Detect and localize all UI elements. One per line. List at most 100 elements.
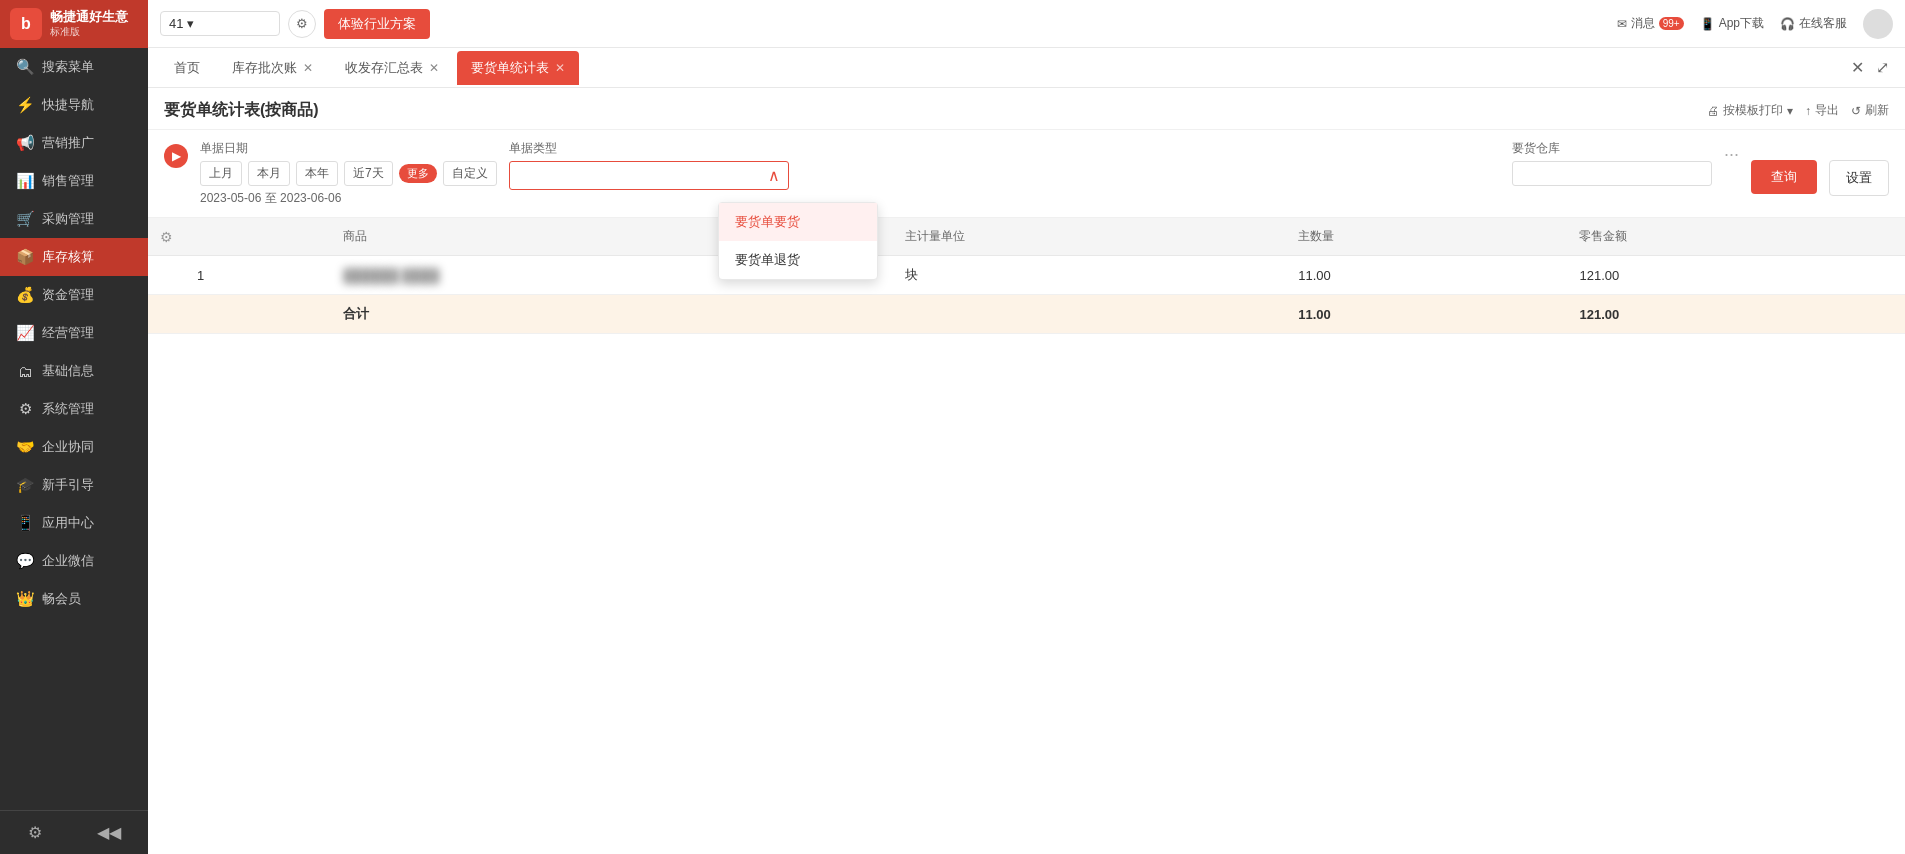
footer-quantity-cell: 11.00 (1286, 295, 1567, 334)
filter-more-options-btn[interactable]: ··· (1724, 144, 1739, 165)
trial-button[interactable]: 体验行业方案 (324, 9, 430, 39)
print-button[interactable]: 🖨 按模板打印 ▾ (1707, 102, 1793, 119)
date-filter-group: 单据日期 上月 本月 本年 近7天 更多 自定义 2023-05-06 至 20… (200, 140, 497, 207)
date-range-display: 2023-05-06 至 2023-06-06 (200, 190, 497, 207)
shortcut-icon: ⚡ (16, 96, 34, 114)
sidebar-item-apps[interactable]: 📱 应用中心 (0, 504, 148, 542)
sidebar-item-finance[interactable]: 💰资金管理 (0, 276, 148, 314)
sidebar-item-purchase[interactable]: 🛒采购管理 (0, 200, 148, 238)
app-info: 畅捷通好生意 标准版 (50, 9, 128, 40)
sidebar-label-purchase: 采购管理 (42, 210, 94, 228)
company-selector[interactable]: 41 ▾ (160, 11, 280, 36)
app-download-label: App下载 (1719, 15, 1764, 32)
tab-close-batch[interactable]: ✕ (303, 61, 313, 75)
sidebar-label-wechat: 企业微信 (42, 552, 94, 570)
table-header: ⚙ 商品 主计量单位 主数量 零售金额 (148, 218, 1905, 256)
page-inner: 要货单统计表(按商品) 🖨 按模板打印 ▾ ↑ 导出 ↺ 刷新 (148, 88, 1905, 854)
row-quantity-cell: 11.00 (1286, 256, 1567, 295)
page-header: 要货单统计表(按商品) 🖨 按模板打印 ▾ ↑ 导出 ↺ 刷新 (148, 88, 1905, 130)
sidebar-item-basic[interactable]: 🗂基础信息 (0, 352, 148, 390)
sidebar-label-basic: 基础信息 (42, 362, 94, 380)
col-amount-header: 零售金额 (1567, 218, 1905, 256)
sidebar-item-cooperation[interactable]: 🤝企业协同 (0, 428, 148, 466)
filter-expand-button[interactable]: ▶ (164, 144, 188, 168)
tab-close-all-button[interactable]: ✕ (1847, 56, 1868, 79)
sidebar-item-search[interactable]: 🔍搜索菜单 (0, 48, 148, 86)
date-this-month-btn[interactable]: 本月 (248, 161, 290, 186)
sidebar-label-apps: 应用中心 (42, 514, 94, 532)
dropdown-item-order[interactable]: 要货单要货 (719, 203, 877, 241)
phone-icon: 📱 (1700, 17, 1715, 31)
cooperation-icon: 🤝 (16, 438, 34, 456)
export-button[interactable]: ↑ 导出 (1805, 102, 1839, 119)
company-dropdown-icon: ▾ (187, 16, 194, 31)
app-download-button[interactable]: 📱 App下载 (1700, 15, 1764, 32)
date-custom-btn[interactable]: 自定义 (443, 161, 497, 186)
date-this-year-btn[interactable]: 本年 (296, 161, 338, 186)
print-label: 按模板打印 (1723, 102, 1783, 119)
tab-home[interactable]: 首页 (160, 51, 214, 85)
print-icon: 🖨 (1707, 104, 1719, 118)
date-last-7days-btn[interactable]: 近7天 (344, 161, 393, 186)
tab-order_stats[interactable]: 要货单统计表 ✕ (457, 51, 579, 85)
refresh-label: 刷新 (1865, 102, 1889, 119)
sidebar-label-sales: 销售管理 (42, 172, 94, 190)
tab-expand-button[interactable]: ⤢ (1872, 56, 1893, 79)
tab-receipts[interactable]: 收发存汇总表 ✕ (331, 51, 453, 85)
sidebar-settings-icon[interactable]: ⚙ (24, 819, 46, 846)
apps-icon: 📱 (16, 514, 34, 532)
online-service-button[interactable]: 🎧 在线客服 (1780, 15, 1847, 32)
col-quantity-header: 主数量 (1286, 218, 1567, 256)
date-last-month-btn[interactable]: 上月 (200, 161, 242, 186)
type-filter-clear-icon[interactable]: ∧ (768, 166, 780, 185)
column-settings-icon[interactable]: ⚙ (160, 229, 173, 245)
page-actions: 🖨 按模板打印 ▾ ↑ 导出 ↺ 刷新 (1707, 102, 1889, 119)
sidebar-item-guide[interactable]: 🎓新手引导 (0, 466, 148, 504)
topbar-settings-button[interactable]: ⚙ (288, 10, 316, 38)
system-icon: ⚙ (16, 400, 34, 418)
sidebar-item-member[interactable]: 👑畅会员 (0, 580, 148, 618)
warehouse-filter-group: 要货仓库 (1512, 140, 1712, 186)
row-index-cell: 1 (185, 256, 331, 295)
sidebar-item-wechat[interactable]: 💬企业微信 (0, 542, 148, 580)
sidebar-collapse-icon[interactable]: ◀◀ (93, 819, 125, 846)
company-name: 41 (169, 16, 183, 31)
warehouse-filter-input[interactable] (1512, 161, 1712, 186)
col-settings: ⚙ (148, 218, 185, 256)
sidebar-item-inventory[interactable]: 📦库存核算 (0, 238, 148, 276)
tab-label-receipts: 收发存汇总表 (345, 59, 423, 77)
row-settings-cell (148, 256, 185, 295)
type-input-wrapper[interactable]: ∧ (509, 161, 789, 190)
filter-settings-button[interactable]: 设置 (1829, 160, 1889, 196)
table-footer: 合计 11.00 121.00 (148, 295, 1905, 334)
message-button[interactable]: ✉ 消息 99+ (1617, 15, 1684, 32)
dropdown-item-return[interactable]: 要货单退货 (719, 241, 877, 279)
export-icon: ↑ (1805, 104, 1811, 118)
sidebar-item-shortcut[interactable]: ⚡快捷导航 (0, 86, 148, 124)
sidebar-item-sales[interactable]: 📊销售管理 (0, 162, 148, 200)
user-avatar[interactable] (1863, 9, 1893, 39)
tab-close-order_stats[interactable]: ✕ (555, 61, 565, 75)
message-label: 消息 (1631, 15, 1655, 32)
tab-close-receipts[interactable]: ✕ (429, 61, 439, 75)
date-more-btn[interactable]: 更多 (399, 164, 437, 183)
marketing-icon: 📢 (16, 134, 34, 152)
col-unit-header: 主计量单位 (893, 218, 1287, 256)
guide-icon: 🎓 (16, 476, 34, 494)
type-dropdown: 要货单要货 要货单退货 (718, 202, 878, 280)
tab-label-order_stats: 要货单统计表 (471, 59, 549, 77)
refresh-button[interactable]: ↺ 刷新 (1851, 102, 1889, 119)
sidebar-item-system[interactable]: ⚙系统管理 (0, 390, 148, 428)
footer-index-cell (185, 295, 331, 334)
topbar-left: 41 ▾ ⚙ 体验行业方案 (160, 9, 1609, 39)
app-edition: 标准版 (50, 25, 128, 39)
type-filter-input[interactable] (518, 168, 768, 183)
tab-batch[interactable]: 库存批次账✕ (218, 51, 327, 85)
search-icon: 🔍 (16, 58, 34, 76)
col-index-header (185, 218, 331, 256)
sidebar-item-operations[interactable]: 📈经营管理 (0, 314, 148, 352)
sidebar-item-marketing[interactable]: 📢营销推广 (0, 124, 148, 162)
query-button[interactable]: 查询 (1751, 160, 1817, 194)
footer-settings-cell (148, 295, 185, 334)
footer-unit-cell (893, 295, 1287, 334)
